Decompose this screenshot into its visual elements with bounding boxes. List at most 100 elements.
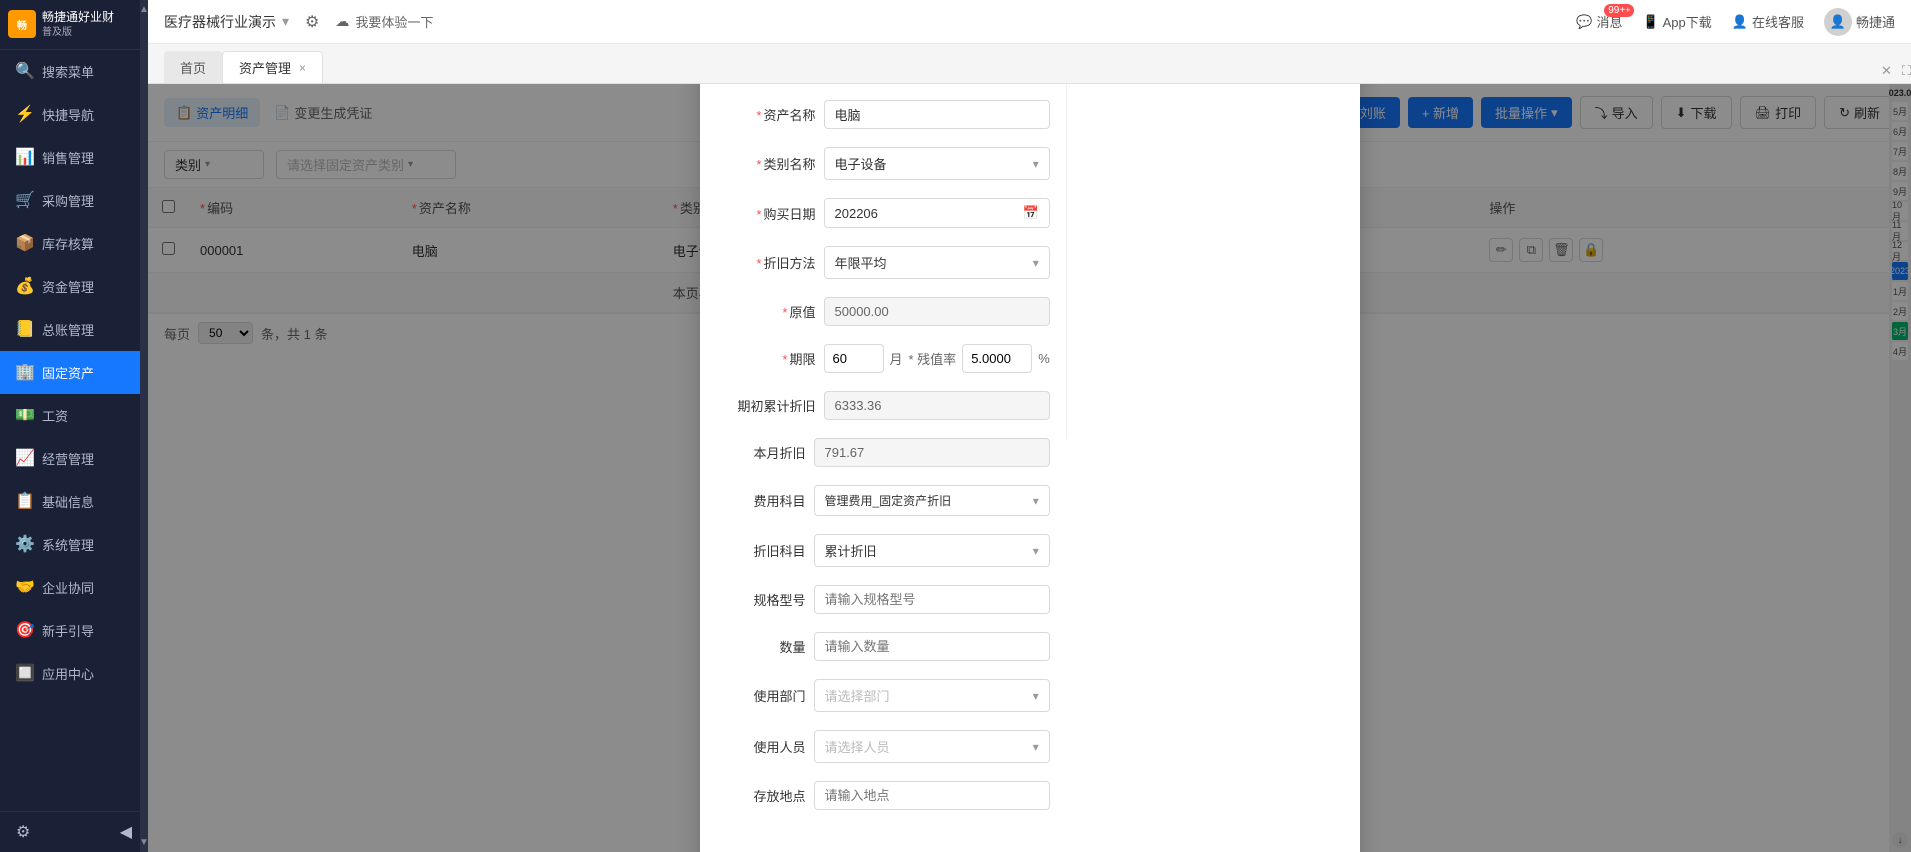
message-icon: 💬 xyxy=(1576,14,1592,30)
sidebar-item-ledger[interactable]: 📒 总账管理 xyxy=(0,308,148,351)
scroll-up-arrow[interactable]: ▲ xyxy=(139,0,149,19)
sidebar-header: 畅 畅捷通好业财 普及版 xyxy=(0,0,148,50)
modal-overlay: 编辑固定资产 × *编码 xyxy=(148,84,1911,852)
content-area: 📋 资产明细 📄 变更生成凭证 刘账 + 新增 批量操作 ▾ xyxy=(148,84,1911,852)
monthly-depreciation-input[interactable] xyxy=(814,438,1050,467)
sidebar-nav: 🔍 搜索菜单 ⚡ 快捷导航 📊 销售管理 🛒 采购管理 📦 库存核算 💰 xyxy=(0,50,148,811)
residual-rate-input[interactable] xyxy=(962,344,1032,373)
tab-asset-management[interactable]: 资产管理 × xyxy=(222,51,323,83)
sidebar-item-quick[interactable]: ⚡ 快捷导航 xyxy=(0,93,148,136)
sidebar-item-label: 快捷导航 xyxy=(42,105,94,124)
sidebar-item-label: 固定资产 xyxy=(42,363,94,382)
window-close-icon[interactable]: ✕ xyxy=(1881,63,1892,79)
company-selector[interactable]: 医疗器械行业演示 ▾ xyxy=(164,12,289,32)
sidebar-item-label: 系统管理 xyxy=(42,535,94,554)
tab-close-icon[interactable]: × xyxy=(299,61,306,75)
location-input[interactable] xyxy=(814,781,1050,810)
sidebar-item-corp[interactable]: 🤝 企业协同 xyxy=(0,566,148,609)
sidebar-item-label: 总账管理 xyxy=(42,320,94,339)
topbar-gear-icon[interactable]: ⚙ xyxy=(305,12,319,32)
form-row-depreciation-method: *折旧方法 年限平均 ▾ xyxy=(736,246,1050,279)
dept-placeholder: 请选择部门 xyxy=(825,686,890,705)
sidebar-item-label: 库存核算 xyxy=(42,234,94,253)
depreciation-method-label: *折旧方法 xyxy=(736,253,816,272)
form-row-expense-subject: 费用科目 管理费用_固定资产折旧 ▾ xyxy=(736,485,1050,516)
form-row-depreciation-subject: 折旧科目 累计折旧 ▾ xyxy=(736,534,1050,567)
user-label: 使用人员 xyxy=(736,737,806,756)
quick-icon: ⚡ xyxy=(16,105,34,123)
residual-rate-unit: % xyxy=(1038,351,1050,366)
settings-icon[interactable]: ⚙ xyxy=(16,822,30,842)
purchase-date-input[interactable]: 202206 📅 xyxy=(824,198,1050,228)
sidebar-scrollbar[interactable]: ▲ ▼ xyxy=(140,0,148,852)
quantity-input[interactable] xyxy=(814,632,1050,661)
form-row-original-value: *原值 xyxy=(736,297,1050,326)
dept-select[interactable]: 请选择部门 ▾ xyxy=(814,679,1050,712)
app-name: 畅捷通好业财 xyxy=(42,10,114,26)
modal-note: 注：已经存在变更记录或者对应固定资产已经生成凭证，原值、购买日期、残值率、累计折… xyxy=(700,848,1360,852)
modal-divider xyxy=(1066,84,1067,438)
sidebar-item-payroll[interactable]: 💵 工资 xyxy=(0,394,148,437)
dept-arrow: ▾ xyxy=(1033,689,1039,703)
name-label: *资产名称 xyxy=(736,105,816,124)
calendar-icon: 📅 xyxy=(1023,205,1039,221)
user-select[interactable]: 请选择人员 ▾ xyxy=(814,730,1050,763)
original-value-label: *原值 xyxy=(736,302,816,321)
operations-icon: 📈 xyxy=(16,449,34,467)
company-name: 医疗器械行业演示 xyxy=(164,12,276,32)
sidebar-item-guide[interactable]: 🎯 新手引导 xyxy=(0,609,148,652)
online-service-label: 在线客服 xyxy=(1752,12,1804,31)
sidebar-footer: ⚙ ◀ xyxy=(0,811,148,852)
modal-right-section: 本月折旧 费用科目 管理费用_固定资产折旧 ▾ xyxy=(720,438,1066,828)
sidebar: 畅 畅捷通好业财 普及版 ▲ ▼ 🔍 搜索菜单 ⚡ 快捷导航 📊 销售管理 xyxy=(0,0,148,852)
sidebar-item-operations[interactable]: 📈 经营管理 xyxy=(0,437,148,480)
app-download-button[interactable]: 📱 App下载 xyxy=(1642,12,1711,31)
depreciation-method-select[interactable]: 年限平均 ▾ xyxy=(824,246,1050,279)
search-icon: 🔍 xyxy=(16,62,34,80)
depreciation-subject-arrow: ▾ xyxy=(1033,544,1039,558)
fixed-assets-icon: 🏢 xyxy=(16,363,34,381)
sidebar-item-purchase[interactable]: 🛒 采购管理 xyxy=(0,179,148,222)
sidebar-item-label: 资金管理 xyxy=(42,277,94,296)
spec-model-input[interactable] xyxy=(814,585,1050,614)
edit-asset-modal: 编辑固定资产 × *编码 xyxy=(700,84,1360,852)
sidebar-item-finance[interactable]: 💰 资金管理 xyxy=(0,265,148,308)
user-placeholder: 请选择人员 xyxy=(825,737,890,756)
service-icon: 👤 xyxy=(1732,14,1748,30)
period-label: *期限 xyxy=(736,349,816,368)
finance-icon: 💰 xyxy=(16,277,34,295)
category-value: 电子设备 xyxy=(835,154,887,173)
experience-button[interactable]: ☁ 我要体验一下 xyxy=(335,12,433,31)
depreciation-subject-select[interactable]: 累计折旧 ▾ xyxy=(814,534,1050,567)
user-menu[interactable]: 👤 畅捷通 xyxy=(1824,8,1895,36)
expense-subject-select[interactable]: 管理费用_固定资产折旧 ▾ xyxy=(814,485,1050,516)
form-row-category: *类别名称 电子设备 ▾ xyxy=(736,147,1050,180)
sidebar-item-label: 经营管理 xyxy=(42,449,94,468)
message-badge: 99++ xyxy=(1604,4,1634,17)
inventory-icon: 📦 xyxy=(16,234,34,252)
sidebar-item-label: 采购管理 xyxy=(42,191,94,210)
cloud-icon: ☁ xyxy=(335,13,349,30)
name-input[interactable] xyxy=(824,100,1050,129)
monthly-depreciation-label: 本月折旧 xyxy=(736,443,806,462)
tab-home[interactable]: 首页 xyxy=(164,51,222,83)
sidebar-item-label: 工资 xyxy=(42,406,68,425)
online-service-button[interactable]: 👤 在线客服 xyxy=(1732,12,1804,31)
sidebar-item-sales[interactable]: 📊 销售管理 xyxy=(0,136,148,179)
sidebar-item-fixed[interactable]: 🏢 固定资产 xyxy=(0,351,148,394)
original-value-input[interactable] xyxy=(824,297,1050,326)
sidebar-item-system[interactable]: ⚙️ 系统管理 xyxy=(0,523,148,566)
purchase-date-value: 202206 xyxy=(835,206,878,221)
period-input[interactable] xyxy=(824,344,884,373)
ledger-icon: 📒 xyxy=(16,320,34,338)
period-inline: 月 * 残值率 % xyxy=(824,344,1050,373)
window-expand-icon[interactable]: ⛶ xyxy=(1902,63,1911,79)
sidebar-item-apps[interactable]: 🔲 应用中心 xyxy=(0,652,148,695)
sidebar-item-inventory[interactable]: 📦 库存核算 xyxy=(0,222,148,265)
sidebar-item-search[interactable]: 🔍 搜索菜单 xyxy=(0,50,148,93)
initial-depreciation-input[interactable] xyxy=(824,391,1050,420)
message-button[interactable]: 💬 消息 99++ xyxy=(1576,12,1622,31)
sidebar-item-basic[interactable]: 📋 基础信息 xyxy=(0,480,148,523)
category-select[interactable]: 电子设备 ▾ xyxy=(824,147,1050,180)
collapse-sidebar-icon[interactable]: ◀ xyxy=(120,822,132,842)
